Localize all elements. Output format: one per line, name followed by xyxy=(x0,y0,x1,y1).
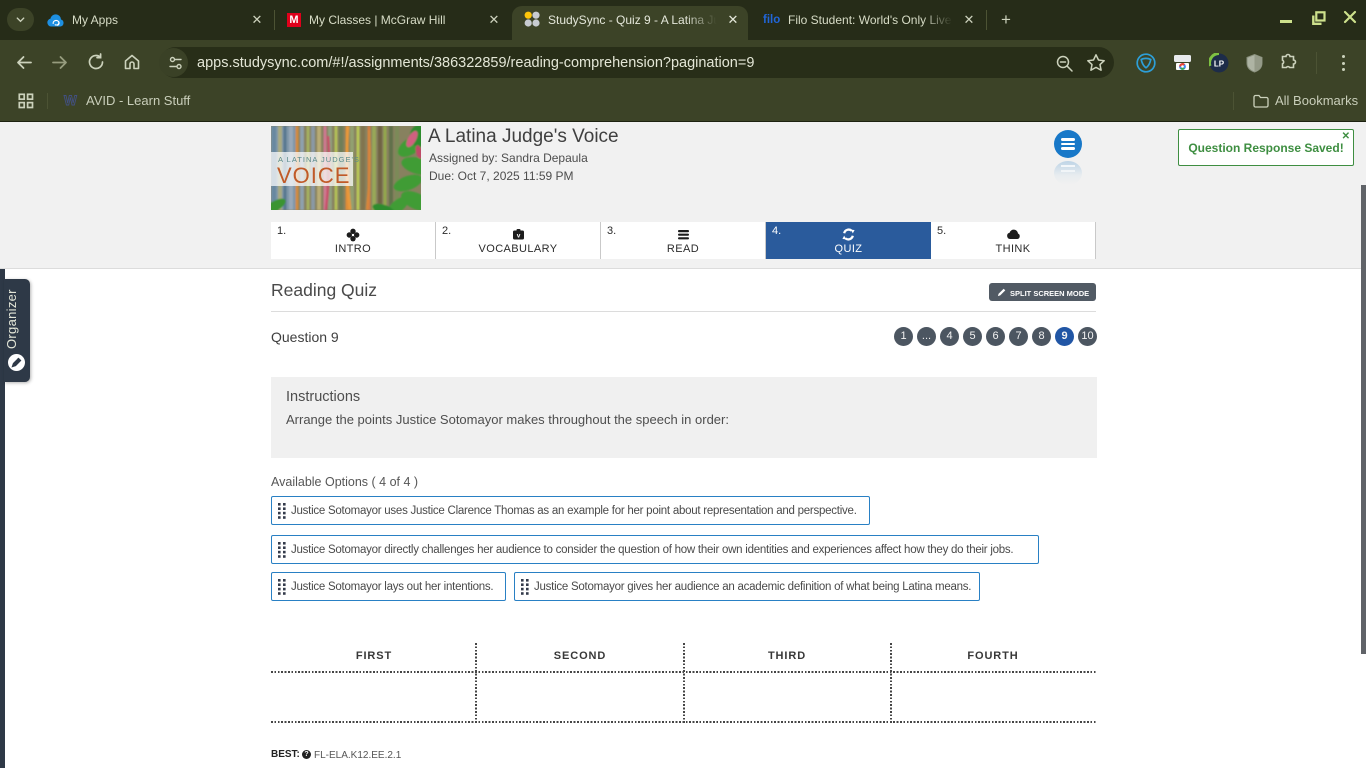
svg-text:LP: LP xyxy=(1214,60,1225,69)
svg-text:VOICE: VOICE xyxy=(277,163,350,188)
svg-text:v: v xyxy=(516,233,520,240)
svg-text:W: W xyxy=(64,93,77,107)
